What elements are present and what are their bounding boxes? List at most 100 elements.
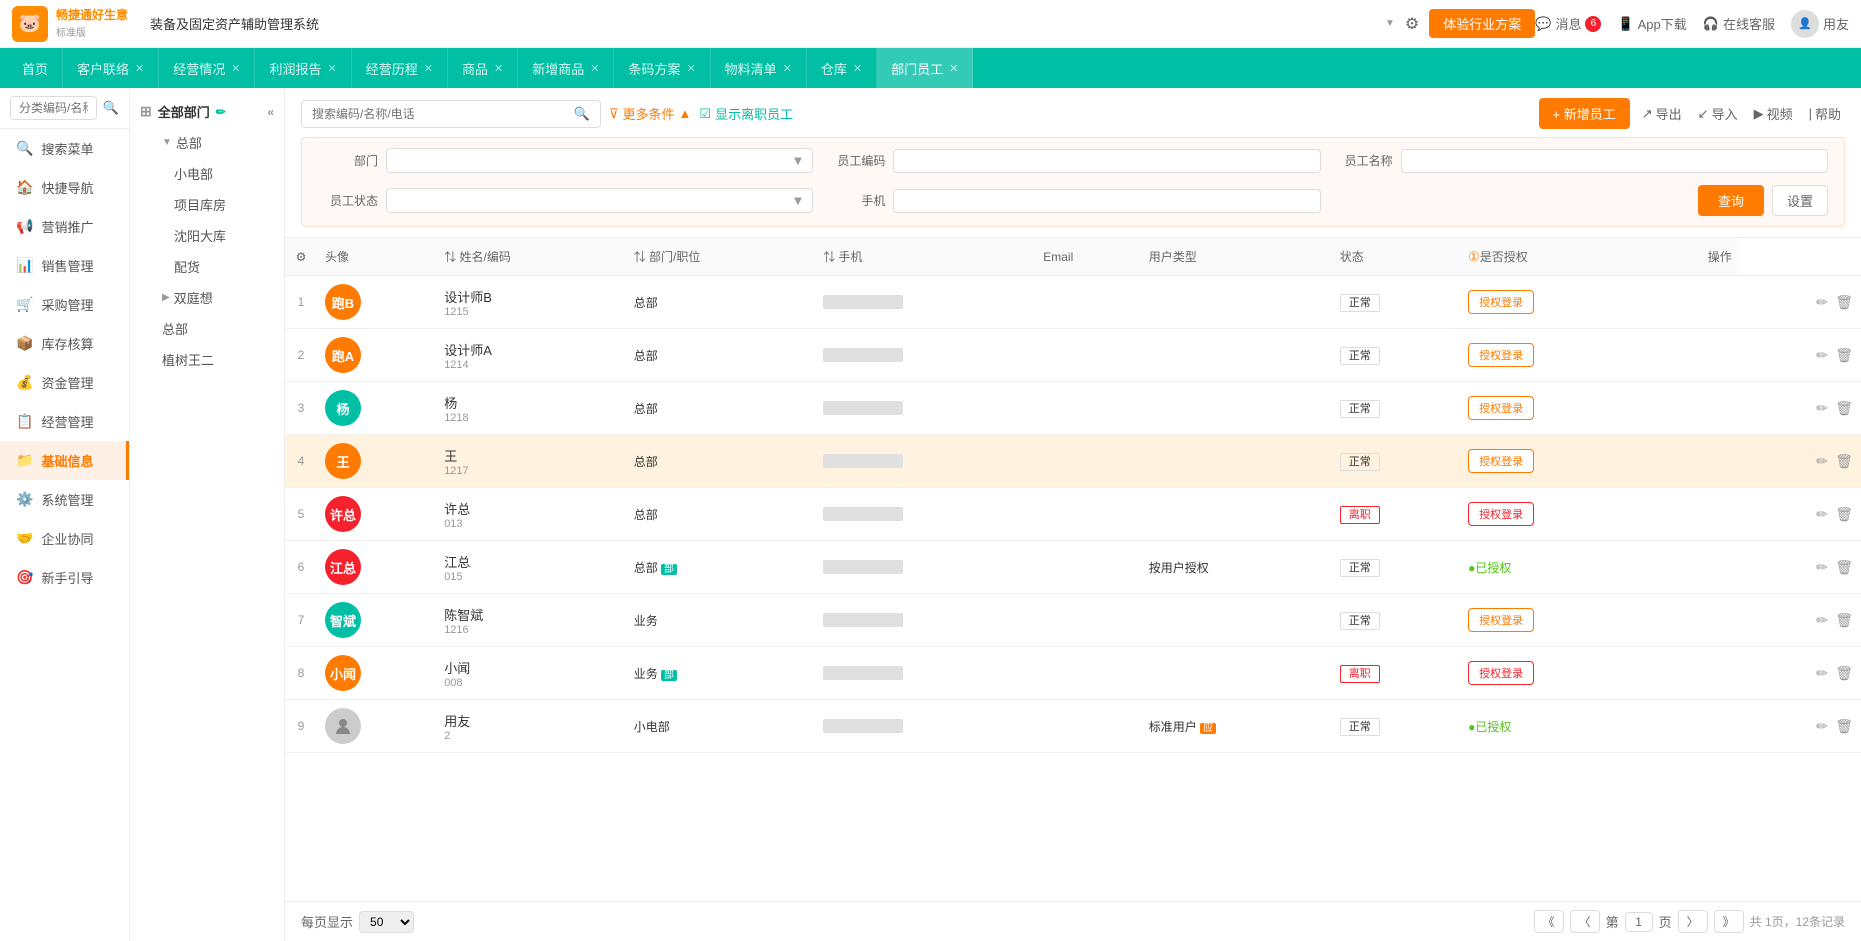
sidebar-item-collab[interactable]: 🤝企业协同 [0,519,129,558]
dept-collapse-icon[interactable]: « [267,105,274,119]
tab-close-warehouse[interactable]: ✕ [853,62,862,75]
delete-button[interactable]: 🗑 [1835,559,1853,575]
dept-item-xiaodibu[interactable]: 小电部 [142,158,284,189]
support-button[interactable]: 🎧 在线客服 [1703,14,1775,33]
app-download-button[interactable]: 📱 App下载 [1617,14,1686,33]
prev-page-button[interactable]: 〈 [1570,910,1600,933]
delete-button[interactable]: 🗑 [1835,612,1853,628]
auth-button[interactable]: 授权登录 [1468,343,1534,367]
delete-button[interactable]: 🗑 [1835,294,1853,310]
show-resigned-checkbox[interactable]: ☑ 显示离职员工 [699,104,793,123]
tab-close-barcode[interactable]: ✕ [686,62,695,75]
tab-bom[interactable]: 物料清单 ✕ [711,48,807,88]
per-page-select[interactable]: 50 100 [359,911,414,933]
search-icon[interactable]: 🔍 [574,106,590,122]
delete-button[interactable]: 🗑 [1835,453,1853,469]
edit-button[interactable]: ✏ [1816,612,1828,628]
tab-home[interactable]: 首页 [8,48,63,88]
tab-customer[interactable]: 客户联络 ✕ [63,48,159,88]
tab-close-goods[interactable]: ✕ [494,62,503,75]
sidebar-item-guide[interactable]: 🎯新手引导 [0,558,129,597]
tab-profit[interactable]: 利润报告 ✕ [255,48,351,88]
phone-input[interactable] [893,189,1320,213]
auth-button[interactable]: 授权登录 [1468,449,1534,473]
help-button[interactable]: | 帮助 [1805,104,1845,123]
first-page-button[interactable]: 《 [1534,910,1564,933]
last-page-button[interactable]: 》 [1714,910,1744,933]
edit-button[interactable]: ✏ [1816,559,1828,575]
dept-item-xiangmuku[interactable]: 项目库房 [142,189,284,220]
sidebar-search-icon[interactable]: 🔍 [103,100,119,116]
dept-edit-icon[interactable]: ✏ [216,105,226,119]
col-name-code[interactable]: ⇅ 姓名/编码 [436,238,626,276]
edit-button[interactable]: ✏ [1816,294,1828,310]
try-industry-button[interactable]: 体验行业方案 [1429,9,1535,38]
sidebar-search-input[interactable] [10,96,97,120]
delete-button[interactable]: 🗑 [1835,400,1853,416]
view-button[interactable]: ▶ 视频 [1750,104,1797,123]
sidebar-item-quicknav[interactable]: 🏠快捷导航 [0,168,129,207]
auth-button[interactable]: 授权登录 [1468,608,1534,632]
dept-item-zongbu-expand[interactable]: ▼ 总部 [142,127,284,158]
auth-button[interactable]: 授权登录 [1468,396,1534,420]
sidebar-item-finance[interactable]: 💰资金管理 [0,363,129,402]
edit-button[interactable]: ✏ [1816,400,1828,416]
delete-button[interactable]: 🗑 [1835,718,1853,734]
edit-button[interactable]: ✏ [1816,665,1828,681]
tab-warehouse[interactable]: 仓库 ✕ [807,48,877,88]
dept-item-shuangtingxiang[interactable]: ▶ 双庭想 [142,282,284,313]
sidebar-item-business[interactable]: 📋经营管理 [0,402,129,441]
tab-close-employees[interactable]: ✕ [949,62,958,75]
more-filter-button[interactable]: ⊽ 更多条件 ▲ [609,104,691,123]
tab-operation[interactable]: 经营情况 ✕ [159,48,255,88]
sidebar-item-sales[interactable]: 📊销售管理 [0,246,129,285]
employee-name-input[interactable] [1401,149,1828,173]
dept-filter-select[interactable]: ▼ [386,148,813,173]
edit-button[interactable]: ✏ [1816,506,1828,522]
auth-button[interactable]: 授权登录 [1468,502,1534,526]
setting-button[interactable]: 设置 [1772,185,1828,216]
sidebar-item-basic[interactable]: 📁基础信息 [0,441,129,480]
tab-goods[interactable]: 商品 ✕ [448,48,518,88]
tab-close-profit[interactable]: ✕ [328,62,337,75]
sidebar-item-purchase[interactable]: 🛒采购管理 [0,285,129,324]
col-dept-position[interactable]: ⇅ 部门/职位 [626,238,816,276]
auth-button[interactable]: 授权登录 [1468,661,1534,685]
tab-barcode[interactable]: 条码方案 ✕ [614,48,710,88]
tab-new-goods[interactable]: 新增商品 ✕ [518,48,614,88]
import-button[interactable]: ↙ 导入 [1694,104,1742,123]
tab-close-bom[interactable]: ✕ [783,62,792,75]
employee-code-input[interactable] [893,149,1320,173]
sidebar-item-marketing[interactable]: 📢营销推广 [0,207,129,246]
sidebar-item-system[interactable]: ⚙️系统管理 [0,480,129,519]
dept-item-peihuo[interactable]: 配货 [142,251,284,282]
next-page-button[interactable]: 〉 [1678,910,1708,933]
edit-button[interactable]: ✏ [1816,347,1828,363]
tab-history[interactable]: 经营历程 ✕ [352,48,448,88]
tab-close-history[interactable]: ✕ [424,62,433,75]
sidebar-item-inventory[interactable]: 📦库存核算 [0,324,129,363]
employee-status-select[interactable]: ▼ [386,188,813,213]
export-button[interactable]: ↗ 导出 [1638,104,1686,123]
gear-icon[interactable]: ⚙ [1405,14,1419,34]
edit-button[interactable]: ✏ [1816,453,1828,469]
message-button[interactable]: 💬 消息 6 [1535,14,1601,33]
search-input[interactable] [312,107,568,121]
edit-button[interactable]: ✏ [1816,718,1828,734]
tab-close-customer[interactable]: ✕ [135,62,144,75]
col-phone[interactable]: ⇅ 手机 [815,238,1035,276]
tab-close-new-goods[interactable]: ✕ [590,62,599,75]
tab-close-operation[interactable]: ✕ [231,62,240,75]
dept-item-zhishu[interactable]: 植树王二 [142,344,284,375]
delete-button[interactable]: 🗑 [1835,506,1853,522]
delete-button[interactable]: 🗑 [1835,665,1853,681]
system-dropdown-arrow[interactable]: ▼ [1385,18,1395,29]
sidebar-item-search[interactable]: 🔍搜索菜单 [0,129,129,168]
auth-button[interactable]: 授权登录 [1468,290,1534,314]
dept-item-zongbu2[interactable]: 总部 [142,313,284,344]
tab-employees[interactable]: 部门员工 ✕ [877,48,973,88]
query-button[interactable]: 查询 [1698,185,1764,216]
add-employee-button[interactable]: + 新增员工 [1539,98,1630,129]
dept-item-shenyang[interactable]: 沈阳大库 [142,220,284,251]
user-button[interactable]: 👤 用友 [1791,10,1849,38]
